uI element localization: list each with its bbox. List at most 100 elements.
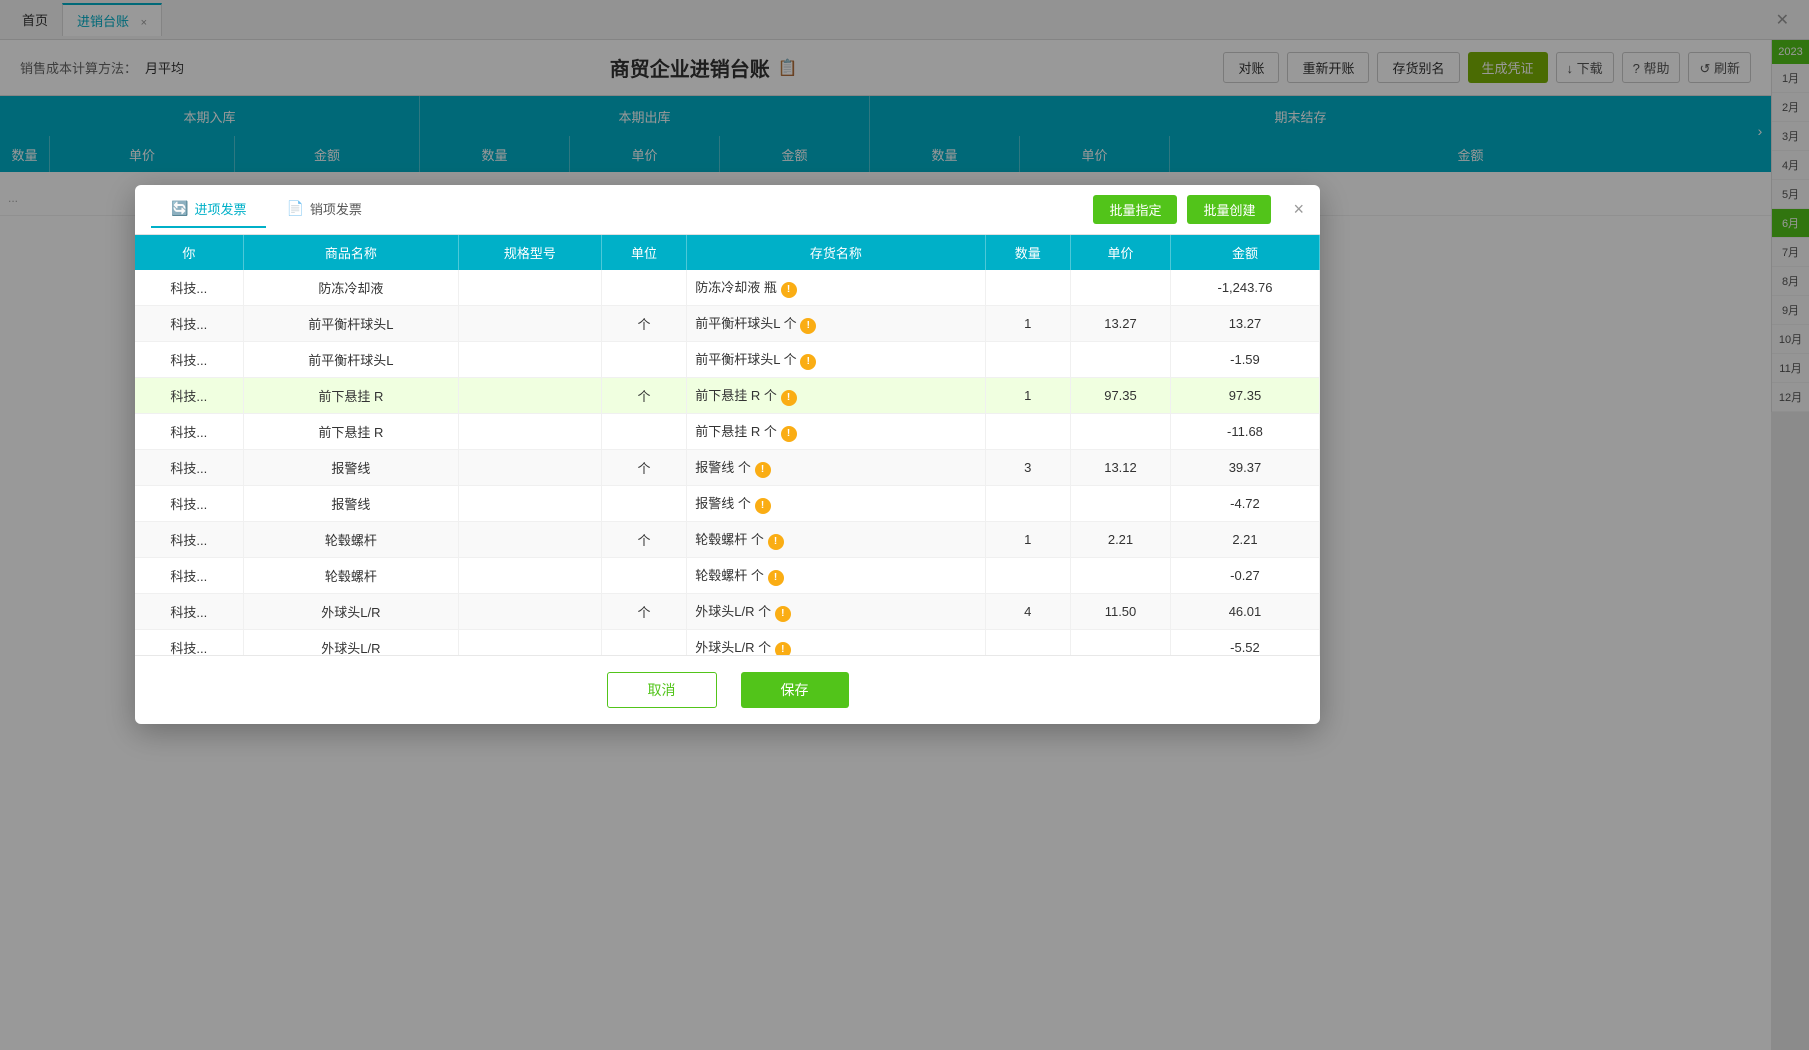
cell-company: 科技... bbox=[135, 630, 243, 656]
cell-inventory: 前平衡杆球头L 个 ! bbox=[687, 306, 985, 342]
table-row: 科技...防冻冷却液 防冻冷却液 瓶 ! -1,243.76 bbox=[135, 270, 1320, 306]
cell-amount: 97.35 bbox=[1170, 378, 1319, 414]
warning-icon: ! bbox=[781, 282, 797, 298]
dialog-table: 你 商品名称 规格型号 单位 存货名称 数量 单价 金额 科技...防冻冷却液防… bbox=[135, 235, 1320, 655]
warning-icon: ! bbox=[768, 534, 784, 550]
cell-inventory: 前下悬挂 R 个 ! bbox=[687, 414, 985, 450]
cell-quantity: 1 bbox=[985, 306, 1071, 342]
warning-icon: ! bbox=[781, 390, 797, 406]
warning-icon: ! bbox=[775, 642, 791, 655]
cell-spec bbox=[459, 306, 602, 342]
cell-unit-price: 13.27 bbox=[1071, 306, 1171, 342]
dialog-footer: 取消 保存 bbox=[135, 655, 1320, 724]
cell-spec bbox=[459, 594, 602, 630]
cell-product: 前下悬挂 R bbox=[243, 378, 458, 414]
dialog-close-button[interactable]: × bbox=[1293, 199, 1304, 220]
table-row: 科技...外球头L/R 外球头L/R 个 ! -5.52 bbox=[135, 630, 1320, 656]
cell-quantity bbox=[985, 270, 1071, 306]
cell-unit-price bbox=[1071, 558, 1171, 594]
cancel-button[interactable]: 取消 bbox=[607, 672, 717, 708]
cell-product: 报警线 bbox=[243, 450, 458, 486]
cell-company: 科技... bbox=[135, 270, 243, 306]
dialog: 🔄 进项发票 📄 销项发票 批量指定 批量创建 × 你 商品名称 规格型号 单位 bbox=[135, 185, 1320, 724]
tab-sales-invoice[interactable]: 📄 销项发票 bbox=[266, 191, 381, 228]
cell-unit bbox=[601, 630, 687, 656]
batch-create-button[interactable]: 批量创建 bbox=[1187, 195, 1271, 224]
dialog-body[interactable]: 你 商品名称 规格型号 单位 存货名称 数量 单价 金额 科技...防冻冷却液防… bbox=[135, 235, 1320, 655]
th-company: 你 bbox=[135, 235, 243, 270]
cell-unit bbox=[601, 342, 687, 378]
cell-company: 科技... bbox=[135, 450, 243, 486]
cell-amount: 39.37 bbox=[1170, 450, 1319, 486]
cell-unit: 个 bbox=[601, 594, 687, 630]
warning-icon: ! bbox=[755, 462, 771, 478]
cell-inventory: 外球头L/R 个 ! bbox=[687, 594, 985, 630]
cell-amount: -5.52 bbox=[1170, 630, 1319, 656]
cell-spec bbox=[459, 342, 602, 378]
cell-inventory: 前下悬挂 R 个 ! bbox=[687, 378, 985, 414]
warning-icon: ! bbox=[800, 318, 816, 334]
cell-quantity: 1 bbox=[985, 522, 1071, 558]
cell-unit-price: 11.50 bbox=[1071, 594, 1171, 630]
cell-inventory: 轮毂螺杆 个 ! bbox=[687, 558, 985, 594]
th-product-name: 商品名称 bbox=[243, 235, 458, 270]
cell-company: 科技... bbox=[135, 522, 243, 558]
save-button[interactable]: 保存 bbox=[741, 672, 849, 708]
cell-quantity: 1 bbox=[985, 378, 1071, 414]
table-row: 科技...前下悬挂 R 前下悬挂 R 个 ! -11.68 bbox=[135, 414, 1320, 450]
cell-unit bbox=[601, 486, 687, 522]
dialog-header: 🔄 进项发票 📄 销项发票 批量指定 批量创建 × bbox=[135, 185, 1320, 235]
cell-quantity bbox=[985, 630, 1071, 656]
cell-product: 报警线 bbox=[243, 486, 458, 522]
cell-spec bbox=[459, 630, 602, 656]
cell-company: 科技... bbox=[135, 414, 243, 450]
cell-product: 外球头L/R bbox=[243, 594, 458, 630]
cell-inventory: 防冻冷却液 瓶 ! bbox=[687, 270, 985, 306]
th-spec: 规格型号 bbox=[459, 235, 602, 270]
cell-amount: 13.27 bbox=[1170, 306, 1319, 342]
cell-amount: -0.27 bbox=[1170, 558, 1319, 594]
cell-quantity bbox=[985, 342, 1071, 378]
purchase-tab-icon: 🔄 bbox=[171, 200, 188, 217]
cell-spec bbox=[459, 486, 602, 522]
cell-unit-price bbox=[1071, 630, 1171, 656]
cell-company: 科技... bbox=[135, 378, 243, 414]
cell-spec bbox=[459, 270, 602, 306]
th-unit: 单位 bbox=[601, 235, 687, 270]
cell-amount: 46.01 bbox=[1170, 594, 1319, 630]
cell-inventory: 外球头L/R 个 ! bbox=[687, 630, 985, 656]
cell-amount: -4.72 bbox=[1170, 486, 1319, 522]
cell-amount: -1,243.76 bbox=[1170, 270, 1319, 306]
tab-purchase-invoice[interactable]: 🔄 进项发票 bbox=[151, 191, 266, 228]
warning-icon: ! bbox=[775, 606, 791, 622]
cell-product: 前平衡杆球头L bbox=[243, 342, 458, 378]
cell-unit: 个 bbox=[601, 450, 687, 486]
cell-company: 科技... bbox=[135, 558, 243, 594]
th-unit-price: 单价 bbox=[1071, 235, 1171, 270]
cell-unit: 个 bbox=[601, 522, 687, 558]
cell-product: 防冻冷却液 bbox=[243, 270, 458, 306]
cell-quantity: 4 bbox=[985, 594, 1071, 630]
cell-quantity bbox=[985, 558, 1071, 594]
cell-spec bbox=[459, 378, 602, 414]
cell-unit-price bbox=[1071, 342, 1171, 378]
cell-amount: -11.68 bbox=[1170, 414, 1319, 450]
cell-product: 轮毂螺杆 bbox=[243, 522, 458, 558]
cell-amount: -1.59 bbox=[1170, 342, 1319, 378]
cell-product: 前平衡杆球头L bbox=[243, 306, 458, 342]
table-row: 科技...轮毂螺杆个轮毂螺杆 个 !12.212.21 bbox=[135, 522, 1320, 558]
batch-assign-button[interactable]: 批量指定 bbox=[1093, 195, 1177, 224]
cell-company: 科技... bbox=[135, 594, 243, 630]
cell-product: 前下悬挂 R bbox=[243, 414, 458, 450]
cell-unit bbox=[601, 270, 687, 306]
cell-product: 外球头L/R bbox=[243, 630, 458, 656]
th-quantity: 数量 bbox=[985, 235, 1071, 270]
cell-product: 轮毂螺杆 bbox=[243, 558, 458, 594]
cell-unit: 个 bbox=[601, 378, 687, 414]
dialog-tabs: 🔄 进项发票 📄 销项发票 bbox=[151, 191, 382, 228]
cell-unit-price bbox=[1071, 414, 1171, 450]
cell-unit-price: 97.35 bbox=[1071, 378, 1171, 414]
cell-spec bbox=[459, 522, 602, 558]
cell-inventory: 前平衡杆球头L 个 ! bbox=[687, 342, 985, 378]
th-inventory-name: 存货名称 bbox=[687, 235, 985, 270]
